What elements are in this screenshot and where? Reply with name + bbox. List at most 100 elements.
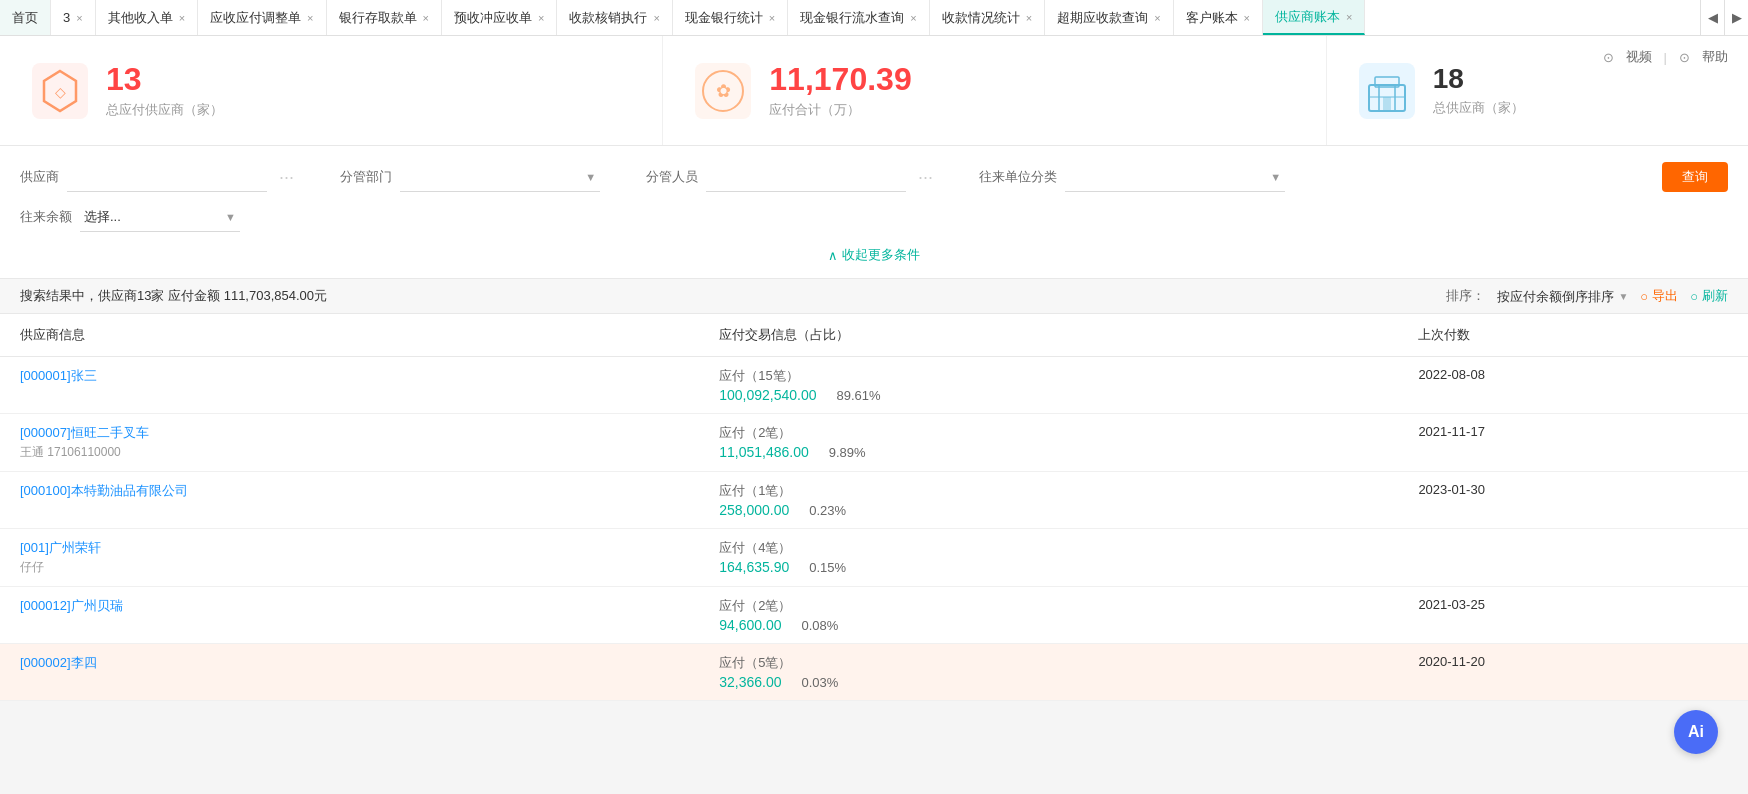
category-filter-select[interactable]: [1065, 162, 1285, 192]
supplier-filter-dots: ···: [279, 167, 294, 188]
nav-tab-supplier-ledger-close[interactable]: ×: [1346, 11, 1352, 23]
supplier-link-5[interactable]: [000002]李四: [20, 655, 97, 670]
supplier-link-0[interactable]: [000001]张三: [20, 368, 97, 383]
nav-tab-3[interactable]: 3 ×: [51, 0, 96, 35]
svg-text:◇: ◇: [55, 84, 66, 100]
nav-tab-collection-stat[interactable]: 收款情况统计 ×: [930, 0, 1045, 35]
video-link[interactable]: 视频: [1626, 48, 1652, 66]
collapse-button[interactable]: ∧ 收起更多条件: [20, 242, 1728, 268]
balance-select-wrap: 选择... ▼: [80, 202, 240, 232]
nav-tab-advance[interactable]: 预收冲应收单 ×: [442, 0, 557, 35]
circle-icon: ⊙: [1603, 50, 1614, 65]
table-cell-supplier-1: [000007]恒旺二手叉车王通 17106110000: [0, 414, 699, 472]
nav-tab-cash-stat-close[interactable]: ×: [769, 12, 775, 24]
supplier-filter-input[interactable]: [67, 162, 267, 192]
supplier-filter-label: 供应商: [20, 168, 59, 186]
table-cell-last-pay-2: 2023-01-30: [1398, 472, 1748, 529]
table-cell-supplier-5: [000002]李四: [0, 644, 699, 701]
tx-amount-3[interactable]: 164,635.90: [719, 559, 789, 575]
result-bar: 搜索结果中，供应商13家 应付金额 111,703,854.00元 排序： 按应…: [0, 279, 1748, 314]
supplier-sub-3: 仔仔: [20, 559, 679, 576]
nav-tab-cash-stat-label: 现金银行统计: [685, 9, 763, 27]
nav-scroll-left[interactable]: ◀: [1700, 0, 1724, 36]
nav-scroll-right[interactable]: ▶: [1724, 0, 1748, 36]
nav-tab-adjustment[interactable]: 应收应付调整单 ×: [198, 0, 326, 35]
svg-text:✿: ✿: [716, 81, 731, 101]
nav-tab-cash-stat[interactable]: 现金银行统计 ×: [673, 0, 788, 35]
supplier-link-2[interactable]: [000100]本特勤油品有限公司: [20, 483, 188, 498]
supplier-link-4[interactable]: [000012]广州贝瑞: [20, 598, 123, 613]
nav-tab-adjustment-label: 应收应付调整单: [210, 9, 301, 27]
tx-label-2: 应付（1笔）: [719, 482, 1378, 500]
table-cell-last-pay-3: [1398, 529, 1748, 587]
filter-area: 供应商 ··· 分管部门 ▼ 分管人员 ··· 往来单位分类 ▼ 查询 往来: [0, 146, 1748, 279]
sort-label: 排序：: [1446, 287, 1485, 305]
nav-tab-bank[interactable]: 银行存取款单 ×: [327, 0, 442, 35]
sort-select-wrap: 按应付余额倒序排序 ▼: [1497, 289, 1628, 304]
nav-tab-adjustment-close[interactable]: ×: [307, 12, 313, 24]
refresh-button[interactable]: ○ 刷新: [1690, 287, 1728, 305]
nav-tab-customer-ledger[interactable]: 客户账本 ×: [1174, 0, 1263, 35]
tx-amount-4[interactable]: 94,600.00: [719, 617, 781, 633]
summary-bar: ◇ 13 总应付供应商（家） ✿ 11,170.39 应付合计（万）: [0, 36, 1748, 146]
export-button[interactable]: ○ 导出: [1640, 287, 1678, 305]
nav-tab-collection-stat-label: 收款情况统计: [942, 9, 1020, 27]
nav-tab-supplier-ledger-label: 供应商账本: [1275, 8, 1340, 26]
balance-filter-select[interactable]: 选择...: [80, 202, 240, 232]
tx-amount-0[interactable]: 100,092,540.00: [719, 387, 816, 403]
dept-filter-select[interactable]: [400, 162, 600, 192]
tx-amount-1[interactable]: 11,051,486.00: [719, 444, 809, 460]
nav-tab-collection[interactable]: 收款核销执行 ×: [557, 0, 672, 35]
nav-tab-overdue[interactable]: 超期应收款查询 ×: [1045, 0, 1173, 35]
result-actions: 排序： 按应付余额倒序排序 ▼ ○ 导出 ○ 刷新: [1446, 287, 1728, 305]
summary-text-total-suppliers: 18 总供应商（家）: [1433, 64, 1524, 117]
tx-amount-2[interactable]: 258,000.00: [719, 502, 789, 518]
nav-tab-home[interactable]: 首页: [0, 0, 51, 35]
nav-tab-cash-flow-close[interactable]: ×: [910, 12, 916, 24]
category-select-wrap: ▼: [1065, 162, 1285, 192]
person-filter-label: 分管人员: [646, 168, 698, 186]
tx-label-3: 应付（4笔）: [719, 539, 1378, 557]
nav-tab-cash-flow-label: 现金银行流水查询: [800, 9, 904, 27]
nav-tab-other-income-close[interactable]: ×: [179, 12, 185, 24]
nav-tab-other-income[interactable]: 其他收入单 ×: [96, 0, 198, 35]
divider: |: [1664, 50, 1667, 65]
payable-suppliers-value: 13: [106, 62, 223, 97]
tx-percent-4: 0.08%: [801, 618, 838, 633]
nav-tab-collection-close[interactable]: ×: [653, 12, 659, 24]
table-cell-supplier-2: [000100]本特勤油品有限公司: [0, 472, 699, 529]
svg-rect-10: [1383, 97, 1391, 111]
table-cell-last-pay-0: 2022-08-08: [1398, 357, 1748, 414]
nav-tab-collection-stat-close[interactable]: ×: [1026, 12, 1032, 24]
nav-tab-cash-flow[interactable]: 现金银行流水查询 ×: [788, 0, 929, 35]
tx-amount-5[interactable]: 32,366.00: [719, 674, 781, 690]
table-cell-last-pay-5: 2020-11-20: [1398, 644, 1748, 701]
nav-tab-supplier-ledger[interactable]: 供应商账本 ×: [1263, 0, 1365, 35]
nav-tab-bank-close[interactable]: ×: [423, 12, 429, 24]
supplier-sub-1: 王通 17106110000: [20, 444, 679, 461]
total-suppliers-icon: [1357, 61, 1417, 121]
filter-balance: 往来余额 选择... ▼: [20, 202, 240, 232]
help-link[interactable]: 帮助: [1702, 48, 1728, 66]
summary-top-actions: ⊙ 视频 | ⊙ 帮助: [1603, 48, 1728, 66]
table-cell-tx-2: 应付（1笔）258,000.000.23%: [699, 472, 1398, 529]
table-row: [000012]广州贝瑞应付（2笔）94,600.000.08%2021-03-…: [0, 587, 1748, 644]
supplier-link-1[interactable]: [000007]恒旺二手叉车: [20, 425, 149, 440]
nav-scroll-arrows: ◀ ▶: [1700, 0, 1748, 36]
nav-tab-overdue-close[interactable]: ×: [1154, 12, 1160, 24]
filter-supplier: 供应商 ···: [20, 162, 294, 192]
table-cell-last-pay-4: 2021-03-25: [1398, 587, 1748, 644]
help-circle-icon: ⊙: [1679, 50, 1690, 65]
table-row: [001]广州荣轩仔仔应付（4笔）164,635.900.15%: [0, 529, 1748, 587]
nav-tab-3-close[interactable]: ×: [76, 12, 82, 24]
sort-select[interactable]: 按应付余额倒序排序: [1497, 289, 1628, 304]
supplier-link-3[interactable]: [001]广州荣轩: [20, 540, 101, 555]
nav-tab-advance-close[interactable]: ×: [538, 12, 544, 24]
table-cell-supplier-3: [001]广州荣轩仔仔: [0, 529, 699, 587]
summary-text-payable-suppliers: 13 总应付供应商（家）: [106, 62, 223, 119]
person-filter-input[interactable]: [706, 162, 906, 192]
table-cell-supplier-4: [000012]广州贝瑞: [0, 587, 699, 644]
nav-tab-customer-ledger-close[interactable]: ×: [1244, 12, 1250, 24]
payable-suppliers-icon: ◇: [30, 61, 90, 121]
search-button[interactable]: 查询: [1662, 162, 1728, 192]
